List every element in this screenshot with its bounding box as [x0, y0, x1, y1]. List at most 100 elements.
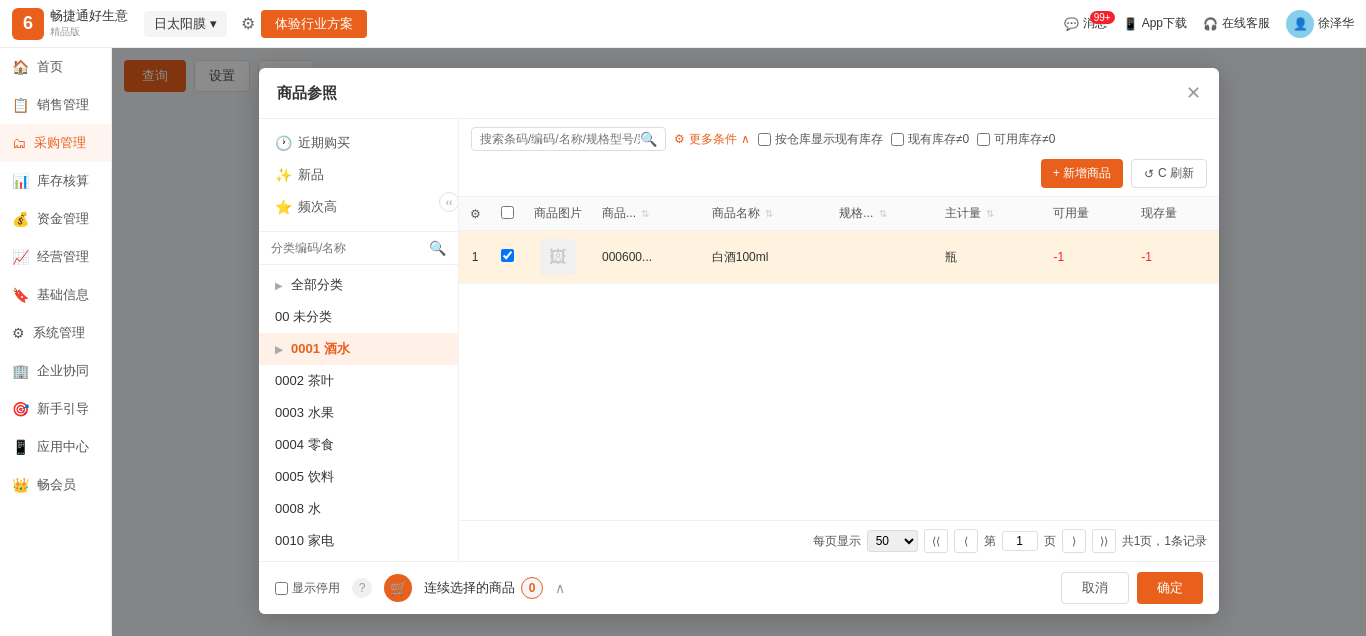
headset-icon: 🎧	[1203, 17, 1218, 31]
category-search-icon[interactable]: 🔍	[429, 240, 446, 256]
filter-chevron-up-icon: ∧	[741, 132, 750, 146]
usable-nonzero-checkbox[interactable]	[977, 133, 990, 146]
product-available-cell: -1	[1043, 231, 1131, 284]
main-layout: 🏠 首页 📋 销售管理 🗂 采购管理 📊 库存核算 💰 资金管理 📈 经营管理 …	[0, 48, 1366, 636]
frequent-icon: ⭐	[275, 199, 292, 215]
refresh-product-button[interactable]: ↺ C 刷新	[1131, 159, 1207, 188]
gear-icon[interactable]: ⚙	[241, 14, 255, 33]
sort-name-icon: ⇅	[765, 208, 773, 219]
category-search-input[interactable]	[271, 241, 423, 255]
chevron-down-icon: ▾	[210, 16, 217, 31]
first-page-button[interactable]: ⟨⟨	[924, 529, 948, 553]
product-search-icon[interactable]: 🔍	[640, 131, 657, 147]
user-icon: 👤	[1293, 17, 1308, 31]
sidebar: 🏠 首页 📋 销售管理 🗂 采购管理 📊 库存核算 💰 资金管理 📈 经营管理 …	[0, 48, 112, 636]
sidebar-item-basic[interactable]: 🔖 基础信息	[0, 276, 111, 314]
category-item-0010[interactable]: 0010 家电	[259, 525, 458, 557]
quick-nav-new[interactable]: ✨ 新品	[259, 159, 458, 191]
stock-icon: 📊	[12, 173, 29, 189]
refresh-icon: ↺	[1144, 167, 1154, 181]
category-item-0003[interactable]: 0003 水果	[259, 397, 458, 429]
check-available-nonzero[interactable]: 现有库存≠0	[891, 131, 969, 148]
nav-dropdown[interactable]: 日太阳膜 ▾	[144, 11, 227, 37]
sidebar-item-operation[interactable]: 📈 经营管理	[0, 238, 111, 276]
online-service-button[interactable]: 🎧 在线客服	[1203, 15, 1270, 32]
avatar: 👤	[1286, 10, 1314, 38]
available-nonzero-checkbox[interactable]	[891, 133, 904, 146]
product-reference-modal: 商品参照 ✕ 🕐 近期购买 ✨	[259, 68, 1219, 614]
by-warehouse-checkbox[interactable]	[758, 133, 771, 146]
category-item-00[interactable]: 00 未分类	[259, 301, 458, 333]
product-stock-cell: -1	[1131, 231, 1219, 284]
check-by-warehouse[interactable]: 按仓库显示现有库存	[758, 131, 883, 148]
active-arrow-icon: ▶	[275, 344, 283, 355]
basic-icon: 🔖	[12, 287, 29, 303]
sidebar-item-stock[interactable]: 📊 库存核算	[0, 162, 111, 200]
filter-more-button[interactable]: ⚙ 更多条件 ∧	[674, 131, 750, 148]
cancel-button[interactable]: 取消	[1061, 572, 1129, 604]
app-icon: 📱	[12, 439, 29, 455]
sidebar-item-system[interactable]: ⚙ 系统管理	[0, 314, 111, 352]
show-disabled-checkbox[interactable]	[275, 582, 288, 595]
cart-button[interactable]: 🛒	[384, 574, 412, 602]
sidebar-item-enterprise[interactable]: 🏢 企业协同	[0, 352, 111, 390]
footer-right: 取消 确定	[1061, 572, 1203, 604]
filter-icon: ⚙	[674, 132, 685, 146]
category-item-0005[interactable]: 0005 饮料	[259, 461, 458, 493]
table-row[interactable]: 1 🖼 000600...	[459, 231, 1219, 284]
page-size-select[interactable]: 50 20 100	[867, 530, 918, 552]
add-product-button[interactable]: + 新增商品	[1041, 159, 1123, 188]
collapse-cart-icon[interactable]: ∧	[555, 580, 565, 596]
member-icon: 👑	[12, 477, 29, 493]
category-item-0002[interactable]: 0002 茶叶	[259, 365, 458, 397]
operation-icon: 📈	[12, 249, 29, 265]
col-product-name: 商品名称 ⇅	[702, 197, 829, 231]
cart-label[interactable]: 连续选择的商品 0	[424, 577, 543, 599]
user-avatar[interactable]: 👤 徐泽华	[1286, 10, 1354, 38]
product-unit-cell: 瓶	[935, 231, 1044, 284]
sidebar-item-purchase[interactable]: 🗂 采购管理	[0, 124, 111, 162]
product-search-input[interactable]	[480, 132, 640, 146]
check-usable-nonzero[interactable]: 可用库存≠0	[977, 131, 1055, 148]
product-spec-cell	[829, 231, 935, 284]
sidebar-item-sales[interactable]: 📋 销售管理	[0, 86, 111, 124]
purchase-icon: 🗂	[12, 135, 26, 151]
collapse-panel-button[interactable]: ‹‹	[439, 192, 459, 212]
app-download-button[interactable]: 📱 App下载	[1123, 15, 1187, 32]
sidebar-item-guide[interactable]: 🎯 新手引导	[0, 390, 111, 428]
finance-icon: 💰	[12, 211, 29, 227]
quick-nav-recent[interactable]: 🕐 近期购买	[259, 127, 458, 159]
confirm-button[interactable]: 确定	[1137, 572, 1203, 604]
sidebar-item-app[interactable]: 📱 应用中心	[0, 428, 111, 466]
home-icon: 🏠	[12, 59, 29, 75]
footer-left: 显示停用 ? 🛒 连续选择的商品 0 ∧	[275, 574, 565, 602]
sidebar-item-finance[interactable]: 💰 资金管理	[0, 200, 111, 238]
col-unit: 主计量 ⇅	[935, 197, 1044, 231]
col-checkbox	[491, 197, 524, 231]
modal-close-button[interactable]: ✕	[1186, 82, 1201, 104]
trial-button[interactable]: 体验行业方案	[261, 10, 367, 38]
row-checkbox[interactable]	[501, 249, 514, 262]
total-info: 共1页，1条记录	[1122, 533, 1207, 550]
select-all-checkbox[interactable]	[501, 206, 514, 219]
sidebar-item-member[interactable]: 👑 畅会员	[0, 466, 111, 504]
message-button[interactable]: 💬 消息 99+	[1064, 15, 1107, 32]
cart-count: 0	[521, 577, 543, 599]
modal-body: 🕐 近期购买 ✨ 新品 ⭐ 频次高	[259, 119, 1219, 561]
category-item-0004[interactable]: 0004 零食	[259, 429, 458, 461]
category-item-all[interactable]: ▶ 全部分类	[259, 269, 458, 301]
sidebar-item-home[interactable]: 🏠 首页	[0, 48, 111, 86]
top-navigation: 6 畅捷通好生意 精品版 日太阳膜 ▾ ⚙ 体验行业方案 💬 消息 99+ 📱 …	[0, 0, 1366, 48]
chevron-left-icon: ‹‹	[446, 197, 453, 208]
prev-page-button[interactable]: ⟨	[954, 529, 978, 553]
category-item-0008[interactable]: 0008 水	[259, 493, 458, 525]
show-disabled-label[interactable]: 显示停用	[275, 580, 340, 597]
message-badge: 99+	[1090, 11, 1115, 24]
next-page-button[interactable]: ⟩	[1062, 529, 1086, 553]
page-number-input[interactable]	[1002, 531, 1038, 551]
category-item-0001[interactable]: ▶ 0001 酒水	[259, 333, 458, 365]
help-icon[interactable]: ?	[352, 578, 372, 598]
last-page-button[interactable]: ⟩⟩	[1092, 529, 1116, 553]
quick-nav-frequent[interactable]: ⭐ 频次高	[259, 191, 458, 223]
product-table-wrapper: ⚙ 商品图片 商品...	[459, 197, 1219, 521]
